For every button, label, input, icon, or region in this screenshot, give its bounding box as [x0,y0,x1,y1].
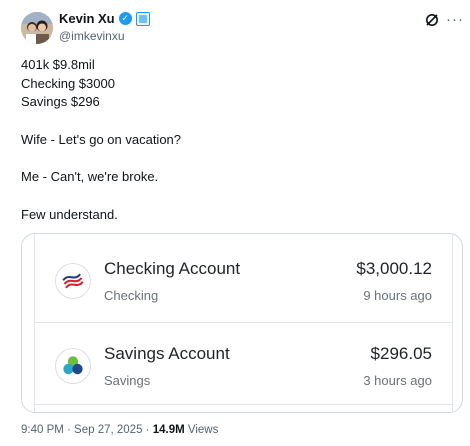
tweet-line: Me - Can't, we're broke. [21,169,159,185]
tweet-line [21,187,181,206]
tweet-line: Checking $3000 [21,75,115,91]
tweet-line [21,112,181,131]
avatar-photo [21,12,53,44]
account-updated: 9 hours ago [363,288,432,303]
tweet: Kevin Xu ✓ @imkevinxu ··· 401k $9.8mil C… [0,0,470,446]
tweet-line: Savings $296 [21,94,100,110]
account-type: Checking [104,288,159,303]
account-balance: $3,000.12 [356,259,432,278]
account-balance: $296.05 [370,344,432,363]
verified-badge-icon: ✓ [118,12,132,25]
tweet-footer: 9:40 PM · Sep 27, 2025 · 14.9M Views [21,424,218,436]
tweet-line: Wife - Let's go on vacation? [21,131,182,147]
bank-flag-icon [55,263,91,299]
tweet-media-image[interactable]: Checking Account Checking $3,000.12 9 ho… [21,233,463,413]
account-name: Checking Account [104,259,241,278]
grok-icon[interactable] [424,12,440,28]
tweet-line [21,150,181,169]
more-options-icon[interactable]: ··· [446,11,464,28]
account-name: Savings Account [104,344,230,363]
author-handle[interactable]: @imkevinxu [59,29,125,43]
author-name[interactable]: Kevin Xu [59,11,115,26]
account-type: Savings [104,373,151,388]
avatar[interactable] [21,12,53,44]
account-row-partial [35,404,452,412]
bank-circles-icon [55,348,91,384]
tweet-line: Few understand. [21,206,118,222]
affiliate-badge-icon[interactable] [135,11,150,26]
views-label: Views [184,424,219,436]
tweet-text: 401k $9.8mil Checking $3000 Savings $296… [21,56,181,224]
account-row-savings: Savings Account Savings $296.05 3 hours … [35,322,452,407]
accounts-list: Checking Account Checking $3,000.12 9 ho… [34,234,453,412]
views-count: 14.9M [152,424,185,436]
account-updated: 3 hours ago [363,373,432,388]
tweet-timestamp[interactable]: 9:40 PM · Sep 27, 2025 · [21,424,153,436]
author-name-row[interactable]: Kevin Xu ✓ [59,11,150,26]
account-row-checking: Checking Account Checking $3,000.12 9 ho… [35,238,452,322]
tweet-line: 401k $9.8mil [21,57,95,72]
